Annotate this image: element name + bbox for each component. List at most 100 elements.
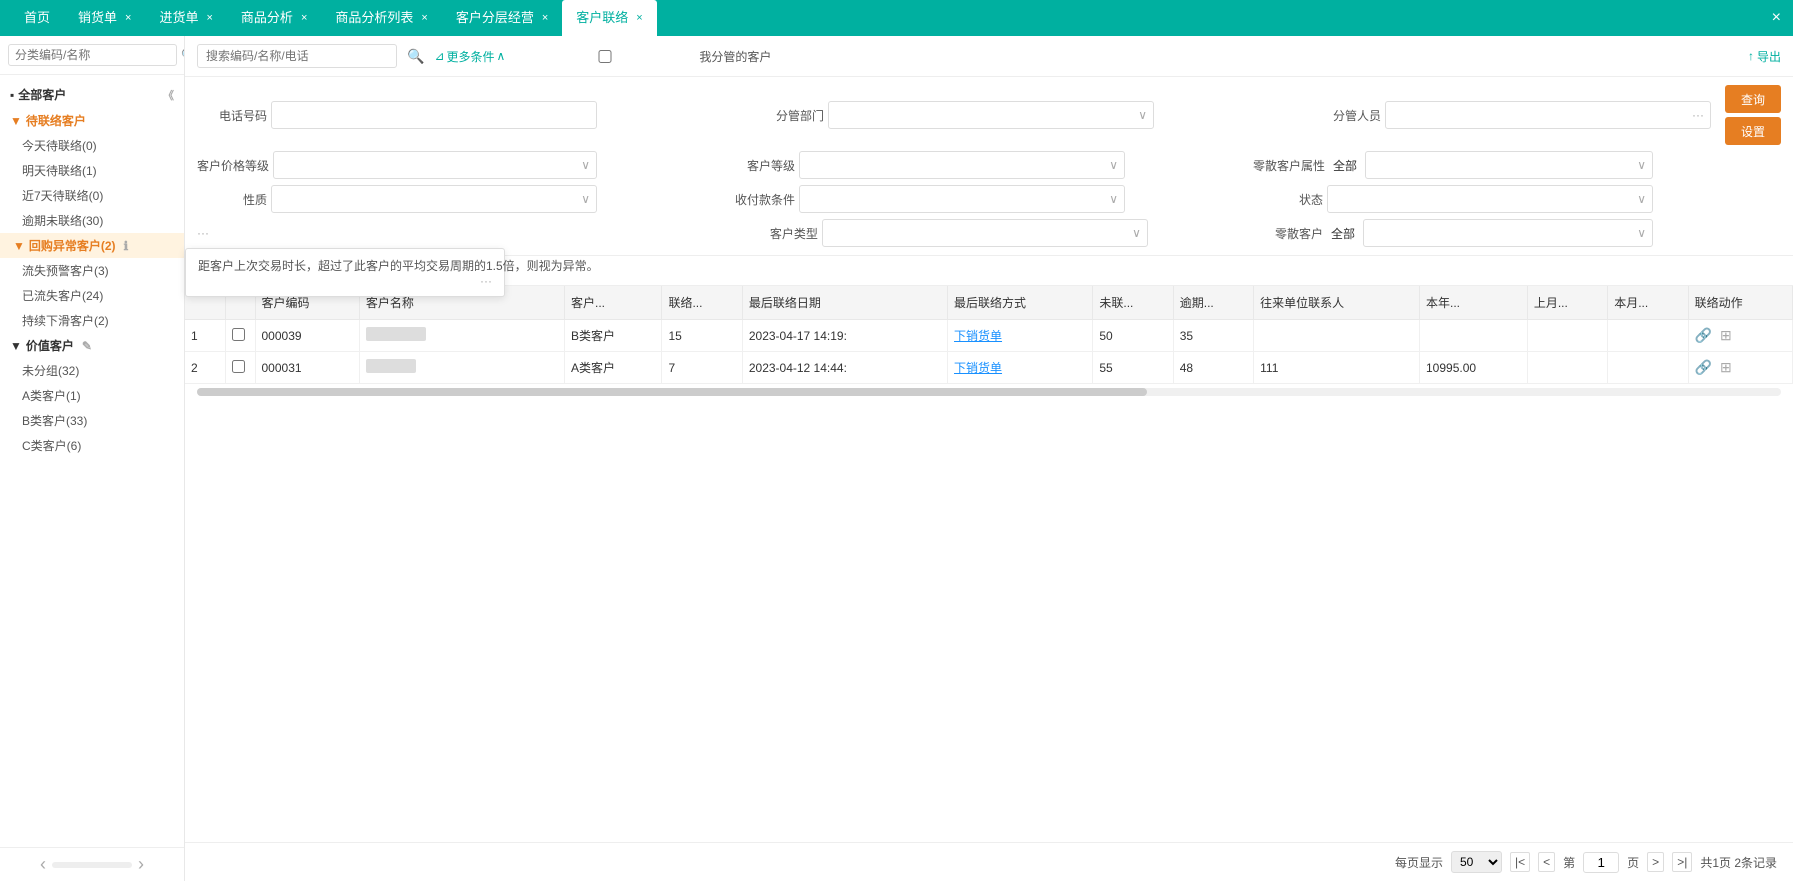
sidebar-overdue-pending[interactable]: 逾期未联络(30) — [0, 208, 184, 233]
row-2-check[interactable] — [232, 360, 245, 373]
sidebar-class-b[interactable]: B类客户(33) — [0, 408, 184, 433]
sidebar-7day-pending[interactable]: 近7天待联络(0) — [0, 183, 184, 208]
page-last-button[interactable]: >| — [1672, 852, 1692, 872]
filter-dots-icon[interactable]: ··· — [197, 226, 209, 240]
search-button-icon[interactable]: 🔍 — [407, 48, 424, 65]
pending-section-label: 待联络客户 — [26, 112, 86, 129]
status-select[interactable]: ∨ — [1327, 185, 1653, 213]
price-level-filter: 客户价格等级 ∨ — [197, 151, 597, 179]
anomaly-tooltip: 距客户上次交易时长，超过了此客户的平均交易周期的1.5倍，则视为异常。 ··· — [185, 248, 505, 297]
sidebar-anomaly-section[interactable]: ▼ 回购异常客户(2) ℹ — [0, 233, 184, 258]
retail-customer-all-label: 全部 — [1331, 225, 1355, 242]
retail-attr-select[interactable]: ∨ — [1365, 151, 1653, 179]
row-2-overdue: 48 — [1173, 352, 1253, 384]
page-suffix: 页 — [1627, 854, 1639, 871]
sidebar-pending-section[interactable]: ▼ 待联络客户 — [0, 108, 184, 133]
close-customer-contact-icon[interactable]: × — [636, 0, 642, 36]
customer-type-filter: 客户类型 ∨ — [748, 219, 1148, 247]
nav-home-label: 首页 — [24, 0, 50, 36]
my-customer-checkbox[interactable]: 我分管的客户 — [515, 48, 771, 65]
retail-customer-filter: 零散客户 全部 ∨ — [1253, 219, 1653, 247]
sidebar-churned[interactable]: 已流失客户(24) — [0, 283, 184, 308]
my-customer-check[interactable] — [515, 50, 695, 63]
filter-row-1: 电话号码 分管部门 ∨ 分管人员 ··· — [197, 85, 1781, 145]
filter-row-2: 客户价格等级 ∨ 客户等级 ∨ 零散客户属性 — [197, 151, 1781, 179]
page-first-button[interactable]: |< — [1510, 852, 1530, 872]
tooltip-more-icon[interactable]: ··· — [480, 274, 492, 288]
row-2-num: 2 — [185, 352, 225, 384]
edit-icon[interactable]: ✎ — [82, 339, 92, 353]
sidebar-tomorrow-pending[interactable]: 明天待联络(1) — [0, 158, 184, 183]
row-2-method-link[interactable]: 下销货单 — [954, 361, 1002, 375]
value-section-label: 价值客户 — [26, 337, 74, 354]
close-product-analysis-icon[interactable]: × — [301, 0, 307, 36]
row-2-action-icons: 🔗 ⊞ — [1695, 359, 1786, 376]
window-close-button[interactable]: × — [1772, 9, 1781, 27]
sidebar-ungrouped[interactable]: 未分组(32) — [0, 358, 184, 383]
sidebar-class-a[interactable]: A类客户(1) — [0, 383, 184, 408]
sidebar-value-section[interactable]: ▼ 价值客户 ✎ — [0, 333, 184, 358]
content-area: 🔍 ⊿ 更多条件 ∧ 我分管的客户 ↑ 导出 电话号码 — [185, 36, 1793, 881]
more-conditions-button[interactable]: ⊿ 更多条件 ∧ — [434, 48, 505, 65]
page-next-button[interactable]: > — [1647, 852, 1664, 872]
sidebar-churn-warning[interactable]: 流失预警客户(3) — [0, 258, 184, 283]
nav-purchase[interactable]: 进货单 × — [145, 0, 226, 36]
collapse-icon[interactable]: 《 — [163, 87, 174, 103]
retail-customer-select[interactable]: ∨ — [1363, 219, 1653, 247]
close-purchase-icon[interactable]: × — [206, 0, 212, 36]
close-sales-icon[interactable]: × — [125, 0, 131, 36]
churned-label: 已流失客户(24) — [22, 287, 103, 304]
close-customer-layer-icon[interactable]: × — [542, 0, 548, 36]
customer-type-select[interactable]: ∨ — [822, 219, 1148, 247]
sidebar-all-customers[interactable]: ▪ 全部客户 《 — [0, 81, 184, 108]
nav-home[interactable]: 首页 — [10, 0, 64, 36]
manager-dots-icon[interactable]: ··· — [1692, 108, 1704, 122]
row-1-link-icon[interactable]: 🔗 — [1695, 327, 1712, 344]
sidebar-today-pending[interactable]: 今天待联络(0) — [0, 133, 184, 158]
nav-product-list[interactable]: 商品分析列表 × — [321, 0, 441, 36]
dept-arrow-icon: ∨ — [1138, 108, 1147, 122]
payment-select[interactable]: ∨ — [799, 185, 1125, 213]
page-prev-button[interactable]: < — [1538, 852, 1555, 872]
search-input[interactable] — [197, 44, 397, 68]
dept-select[interactable]: ∨ — [828, 101, 1154, 129]
sidebar-declining[interactable]: 持续下滑客户(2) — [0, 308, 184, 333]
row-2-link-icon[interactable]: 🔗 — [1695, 359, 1712, 376]
nav-customer-contact[interactable]: 客户联络 × — [562, 0, 656, 36]
nav-purchase-label: 进货单 — [159, 0, 198, 36]
price-level-select[interactable]: ∨ — [273, 151, 597, 179]
export-button[interactable]: ↑ 导出 — [1748, 48, 1781, 65]
anomaly-info-icon[interactable]: ℹ — [124, 239, 129, 253]
nav-product-analysis[interactable]: 商品分析 × — [227, 0, 321, 36]
customer-level-select[interactable]: ∨ — [799, 151, 1125, 179]
sidebar-class-c[interactable]: C类客户(6) — [0, 433, 184, 458]
query-button[interactable]: 查询 — [1725, 85, 1781, 113]
nav-customer-layer[interactable]: 客户分层经营 × — [442, 0, 562, 36]
row-1-check[interactable] — [232, 328, 245, 341]
sidebar-scroll-right-icon[interactable]: › — [138, 854, 144, 875]
horizontal-scrollbar-track[interactable] — [197, 388, 1781, 396]
col-overdue-label: 逾期... — [1180, 296, 1214, 310]
phone-input[interactable] — [271, 101, 597, 129]
col-last-method-label: 最后联络方式 — [954, 296, 1026, 310]
action-buttons: 查询 设置 — [1725, 85, 1781, 145]
horizontal-scrollbar-thumb[interactable] — [197, 388, 1147, 396]
table-area: ⚙ 客户编码 客户名称 — [185, 256, 1793, 842]
row-2-grid-icon[interactable]: ⊞ — [1720, 359, 1732, 376]
row-1-grid-icon[interactable]: ⊞ — [1720, 327, 1732, 344]
col-uncontact: 未联... — [1093, 286, 1173, 320]
nav-sales[interactable]: 销货单 × — [64, 0, 145, 36]
setting-button[interactable]: 设置 — [1725, 117, 1781, 145]
gender-label: 性质 — [197, 191, 267, 208]
manager-input[interactable]: ··· — [1385, 101, 1711, 129]
arrow-down-icon2: ▼ — [10, 339, 22, 353]
sidebar-bottom: ‹ › — [0, 847, 184, 881]
col-this-year-label: 本年... — [1426, 296, 1460, 310]
row-1-method-link[interactable]: 下销货单 — [954, 329, 1002, 343]
gender-select[interactable]: ∨ — [271, 185, 597, 213]
close-product-list-icon[interactable]: × — [421, 0, 427, 36]
page-number-input[interactable] — [1583, 852, 1619, 873]
per-page-select[interactable]: 50 100 — [1451, 851, 1502, 873]
sidebar-scroll-left-icon[interactable]: ‹ — [40, 854, 46, 875]
sidebar-search-input[interactable] — [8, 44, 177, 66]
